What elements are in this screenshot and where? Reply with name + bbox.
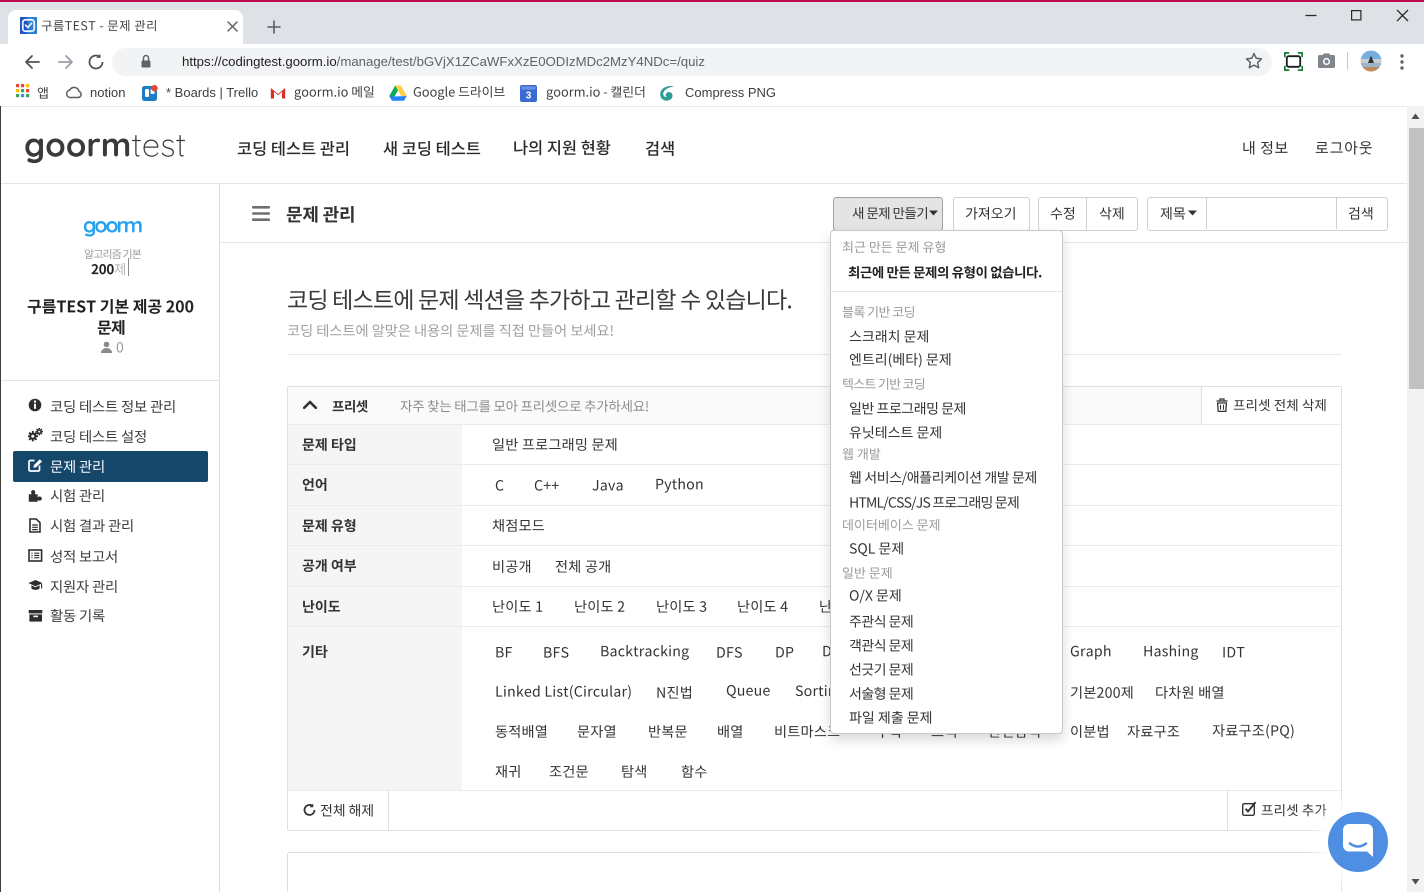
svg-text:3: 3	[526, 91, 532, 102]
